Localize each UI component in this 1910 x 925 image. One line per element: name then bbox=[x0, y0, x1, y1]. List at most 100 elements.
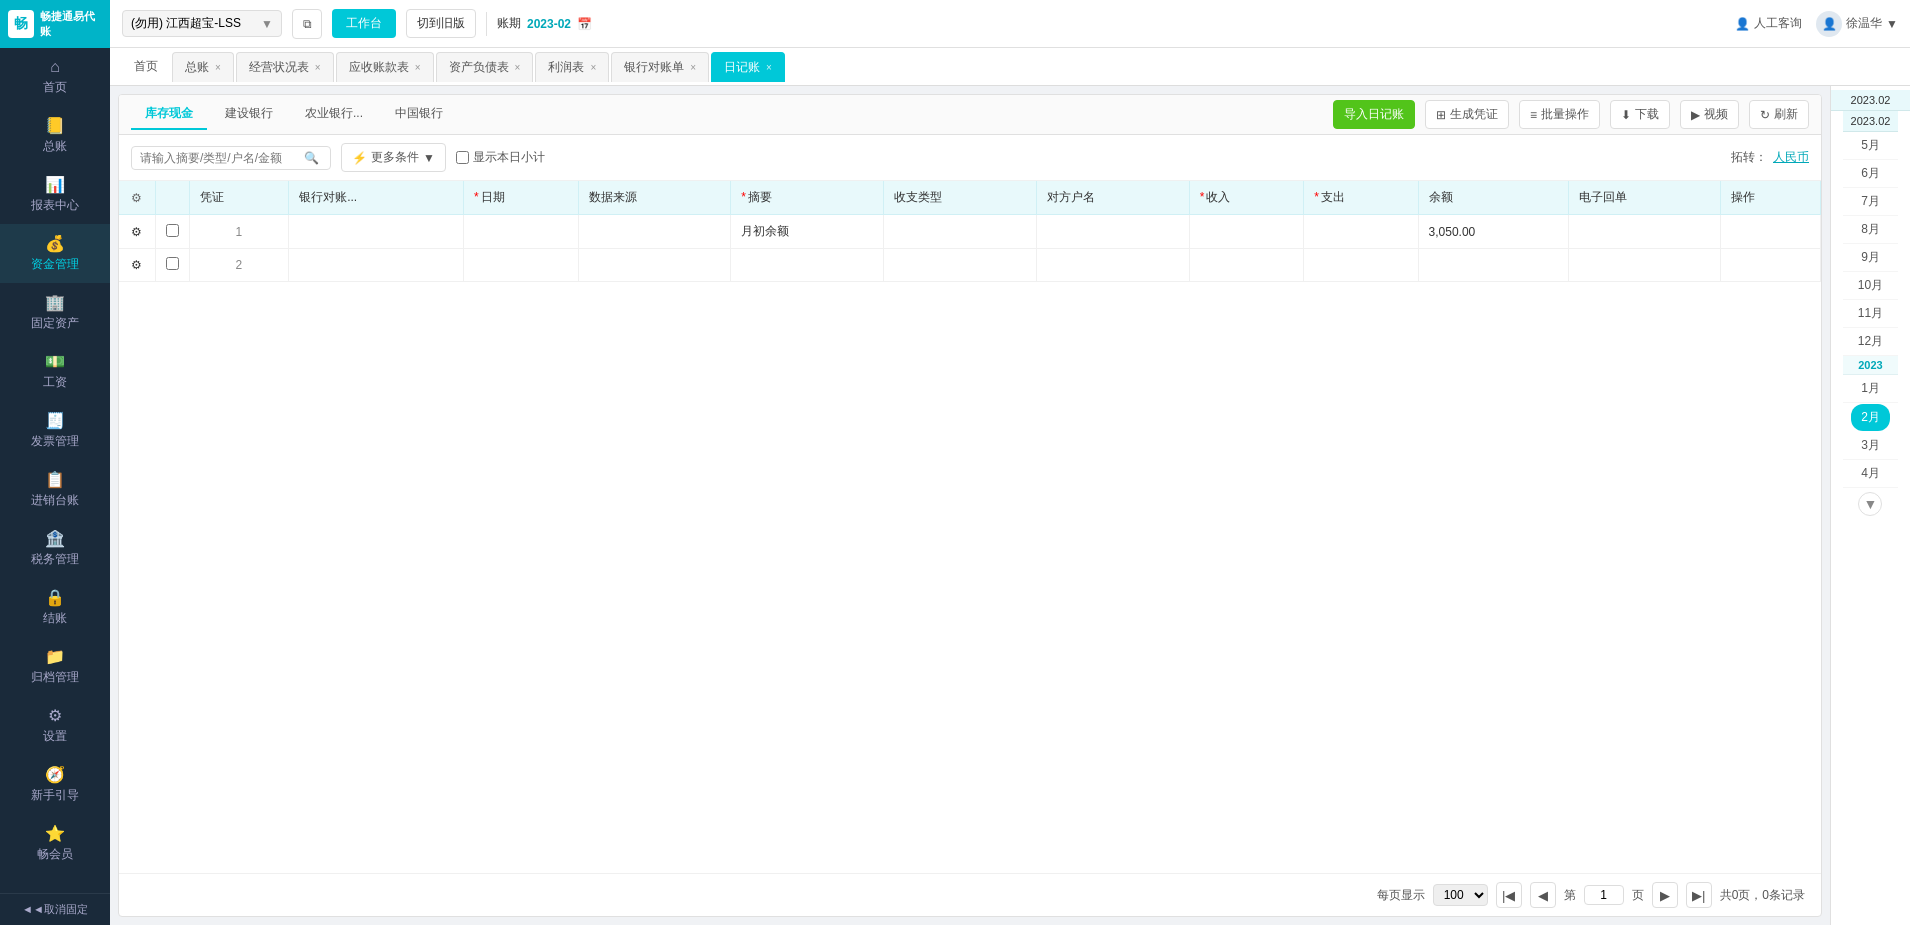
tab-label-ledger: 总账 bbox=[185, 59, 209, 76]
refresh-btn[interactable]: ↻ 刷新 bbox=[1749, 100, 1809, 129]
sub-tab-china-bank[interactable]: 中国银行 bbox=[381, 99, 457, 130]
calendar-month-12月[interactable]: 12月 bbox=[1843, 328, 1899, 356]
row-settings-1[interactable]: ⚙ bbox=[119, 249, 155, 282]
sidebar-item-fixed-assets[interactable]: 🏢固定资产 bbox=[0, 283, 110, 342]
calendar-month-2023-3月[interactable]: 3月 bbox=[1843, 432, 1899, 460]
per-page-select[interactable]: 2050100200 bbox=[1433, 884, 1488, 906]
calendar-month-10月[interactable]: 10月 bbox=[1843, 272, 1899, 300]
row-bank-match-1 bbox=[289, 249, 464, 282]
currency-value[interactable]: 人民币 bbox=[1773, 149, 1809, 166]
calendar-month-2023-2月[interactable]: 2月 bbox=[1851, 404, 1891, 431]
row-settings-0[interactable]: ⚙ bbox=[119, 215, 155, 249]
sidebar-item-invoice-mgmt[interactable]: 🧾 发票管理 bbox=[0, 401, 110, 460]
daily-subtotal-checkbox[interactable]: 显示本日小计 bbox=[456, 149, 545, 166]
filter-btn[interactable]: ⚡ 更多条件 ▼ bbox=[341, 143, 446, 172]
sidebar-label-closing: 结账 bbox=[43, 610, 67, 627]
row-num-1: 2 bbox=[189, 249, 289, 282]
unpin-sidebar[interactable]: ◄◄取消固定 bbox=[0, 893, 110, 925]
sidebar-icon-assets-mgmt: 💰 bbox=[45, 234, 65, 253]
row-payment-type-0 bbox=[884, 215, 1037, 249]
calendar-month-2023-4月[interactable]: 4月 bbox=[1843, 460, 1899, 488]
batch-op-btn[interactable]: ≡ 批量操作 bbox=[1519, 100, 1600, 129]
calendar-scroll-down[interactable]: ▼ bbox=[1858, 492, 1882, 516]
sub-tab-agriculture-bank[interactable]: 农业银行... bbox=[291, 99, 377, 130]
user-menu[interactable]: 👤 徐温华 ▼ bbox=[1816, 11, 1898, 37]
tab-close-profit[interactable]: × bbox=[590, 62, 596, 73]
tab-receivables[interactable]: 应收账款表 × bbox=[336, 52, 434, 82]
tab-close-assets-liabilities[interactable]: × bbox=[515, 62, 521, 73]
sidebar-item-home[interactable]: ⌂首页 bbox=[0, 48, 110, 106]
switch-version-button[interactable]: 切到旧版 bbox=[406, 9, 476, 38]
sidebar-icon-invoice-mgmt: 🧾 bbox=[45, 411, 65, 430]
last-page-btn[interactable]: ▶| bbox=[1686, 882, 1712, 908]
calendar-month-9月[interactable]: 9月 bbox=[1843, 244, 1899, 272]
tab-biz-status[interactable]: 经营状况表 × bbox=[236, 52, 334, 82]
row-checkbox-0[interactable] bbox=[155, 215, 189, 249]
row-expense-1 bbox=[1304, 249, 1418, 282]
page-input[interactable] bbox=[1584, 885, 1624, 905]
search-input[interactable] bbox=[140, 151, 300, 165]
import-journal-btn[interactable]: 导入日记账 bbox=[1333, 100, 1415, 129]
page-label: 第 bbox=[1564, 887, 1576, 904]
video-btn[interactable]: ▶ 视频 bbox=[1680, 100, 1739, 129]
sidebar-item-assets-mgmt[interactable]: 💰资金管理 bbox=[0, 224, 110, 283]
sidebar-icon-ledger: 📒 bbox=[45, 116, 65, 135]
tab-close-journal[interactable]: × bbox=[766, 62, 772, 73]
calendar-month-7月[interactable]: 7月 bbox=[1843, 188, 1899, 216]
sub-tab-construction-bank[interactable]: 建设银行 bbox=[211, 99, 287, 130]
company-action-icon[interactable]: ⧉ bbox=[292, 9, 322, 39]
daily-subtotal-input[interactable] bbox=[456, 151, 469, 164]
calendar-month-2023-1月[interactable]: 1月 bbox=[1843, 375, 1899, 403]
tab-close-ledger[interactable]: × bbox=[215, 62, 221, 73]
tab-close-bank-statement[interactable]: × bbox=[690, 62, 696, 73]
sub-tab-cash[interactable]: 库存现金 bbox=[131, 99, 207, 130]
sidebar-item-archive[interactable]: 📁归档管理 bbox=[0, 637, 110, 696]
sidebar-item-payroll[interactable]: 💵工资 bbox=[0, 342, 110, 401]
search-icon[interactable]: 🔍 bbox=[304, 151, 319, 165]
tab-profit[interactable]: 利润表 × bbox=[535, 52, 609, 82]
content-area: 库存现金建设银行农业银行...中国银行 导入日记账 ⊞ 生成凭证 ≡ 批量操作 … bbox=[110, 86, 1910, 925]
sidebar-item-guide[interactable]: 🧭新手引导 bbox=[0, 755, 110, 814]
tab-close-receivables[interactable]: × bbox=[415, 62, 421, 73]
support-link[interactable]: 👤 人工客询 bbox=[1735, 15, 1802, 32]
tab-label-profit: 利润表 bbox=[548, 59, 584, 76]
sidebar-item-ledger[interactable]: 📒总账 bbox=[0, 106, 110, 165]
sidebar-item-closing[interactable]: 🔒结账 bbox=[0, 578, 110, 637]
download-btn[interactable]: ⬇ 下载 bbox=[1610, 100, 1670, 129]
sidebar-item-tax-mgmt[interactable]: 🏦税务管理 bbox=[0, 519, 110, 578]
table-settings-icon[interactable]: ⚙ bbox=[131, 191, 142, 205]
sidebar-label-payroll: 工资 bbox=[43, 374, 67, 391]
tab-label-receivables: 应收账款表 bbox=[349, 59, 409, 76]
workbench-button[interactable]: 工作台 bbox=[332, 9, 396, 38]
company-selector[interactable]: (勿用) 江西超宝-LSS ▼ bbox=[122, 10, 282, 37]
row-check-0[interactable] bbox=[166, 224, 179, 237]
row-counterpart-0 bbox=[1036, 215, 1189, 249]
tab-journal[interactable]: 日记账× bbox=[711, 52, 785, 82]
col-header-expense: 支出 bbox=[1304, 181, 1418, 215]
tab-label-biz-status: 经营状况表 bbox=[249, 59, 309, 76]
avatar: 👤 bbox=[1816, 11, 1842, 37]
sidebar-item-reports[interactable]: 📊报表中心 bbox=[0, 165, 110, 224]
refresh-icon: ↻ bbox=[1760, 108, 1770, 122]
row-check-1[interactable] bbox=[166, 257, 179, 270]
tab-close-biz-status[interactable]: × bbox=[315, 62, 321, 73]
next-page-btn[interactable]: ▶ bbox=[1652, 882, 1678, 908]
tab-bank-statement[interactable]: 银行对账单× bbox=[611, 52, 709, 82]
tab-assets-liabilities[interactable]: 资产负债表× bbox=[436, 52, 534, 82]
prev-page-btn[interactable]: ◀ bbox=[1530, 882, 1556, 908]
calendar-month-11月[interactable]: 11月 bbox=[1843, 300, 1899, 328]
sidebar-item-settings[interactable]: ⚙设置 bbox=[0, 696, 110, 755]
sidebar-label-invoice-mgmt: 发票管理 bbox=[31, 433, 79, 450]
calendar-month-8月[interactable]: 8月 bbox=[1843, 216, 1899, 244]
tab-home[interactable]: 首页 bbox=[122, 52, 170, 81]
sidebar-item-member[interactable]: ⭐畅会员 bbox=[0, 814, 110, 873]
row-summary-0: 月初余额 bbox=[731, 215, 884, 249]
sidebar-item-sales-ledger[interactable]: 📋进销台账 bbox=[0, 460, 110, 519]
calendar-month-6月[interactable]: 6月 bbox=[1843, 160, 1899, 188]
generate-voucher-btn[interactable]: ⊞ 生成凭证 bbox=[1425, 100, 1509, 129]
period-edit-icon[interactable]: 📅 bbox=[577, 17, 592, 31]
row-checkbox-1[interactable] bbox=[155, 249, 189, 282]
first-page-btn[interactable]: |◀ bbox=[1496, 882, 1522, 908]
calendar-month-5月[interactable]: 5月 bbox=[1843, 132, 1899, 160]
tab-ledger[interactable]: 总账 × bbox=[172, 52, 234, 82]
